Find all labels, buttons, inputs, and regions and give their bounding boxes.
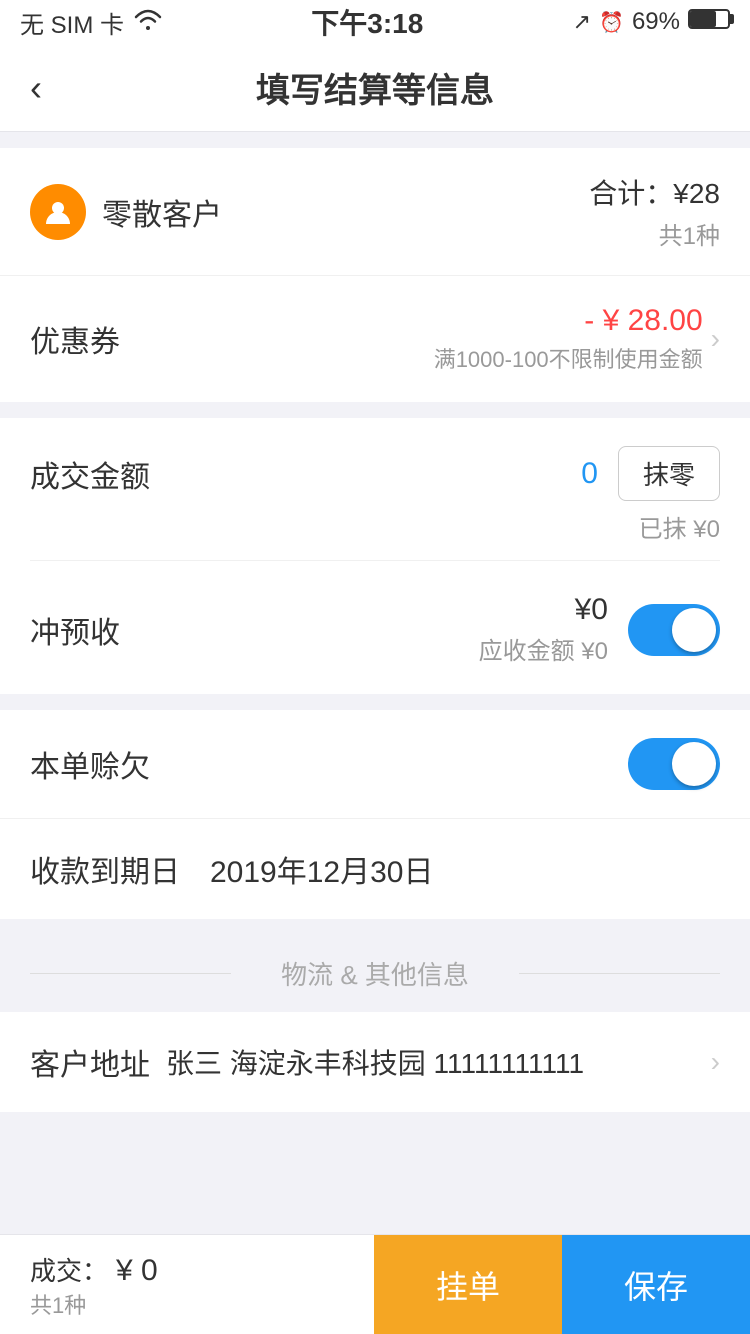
debt-label: 本单赊欠 (30, 742, 150, 786)
prepay-right: ¥0 应收金额 ¥0 (479, 593, 720, 666)
deal-row: 成交金额 0 抹零 (30, 446, 720, 501)
address-chevron-icon: › (711, 1046, 720, 1078)
carrier-text: 无 SIM 卡 (20, 5, 124, 40)
round-zero-button[interactable]: 抹零 (618, 446, 720, 501)
wifi-icon (134, 8, 162, 37)
coupon-discount: - ¥ 28.00 (434, 304, 703, 338)
logistics-divider: 物流 & 其他信息 (0, 935, 750, 1012)
content-area: 零散客户 合计：¥28 共1种 优惠券 - ¥ 28.00 满1000-100不… (0, 148, 750, 1228)
deal-right: 0 抹零 (581, 446, 720, 501)
debt-toggle-knob (672, 742, 716, 786)
customer-count: 共1种 (589, 216, 720, 251)
bottom-info: 成交： ¥ 0 共1种 (0, 1235, 374, 1334)
deal-sub: 已抹 ¥0 (30, 509, 720, 544)
coupon-row[interactable]: 优惠券 - ¥ 28.00 满1000-100不限制使用金额 › (0, 275, 750, 402)
customer-section: 零散客户 合计：¥28 共1种 优惠券 - ¥ 28.00 满1000-100不… (0, 148, 750, 402)
debt-toggle[interactable] (628, 738, 720, 790)
prepay-sub: 应收金额 ¥0 (479, 631, 608, 666)
time-display: 下午3:18 (311, 2, 423, 42)
prepay-value: ¥0 (479, 593, 608, 627)
deal-section: 成交金额 0 抹零 已抹 ¥0 冲预收 ¥0 应收金额 ¥0 (0, 418, 750, 694)
back-button[interactable]: ‹ (30, 67, 42, 109)
debt-row: 本单赊欠 (0, 710, 750, 818)
location-icon: ↗ (573, 9, 591, 35)
alarm-icon: ⏰ (599, 10, 624, 35)
debt-section: 本单赊欠 收款到期日 2019年12月30日 (0, 710, 750, 919)
address-row[interactable]: 客户地址 张三 海淀永丰科技园 11111111111 › (0, 1012, 750, 1112)
status-bar: 无 SIM 卡 下午3:18 ↗ ⏰ 69% (0, 0, 750, 44)
customer-row: 零散客户 合计：¥28 共1种 (0, 148, 750, 275)
chevron-right-icon: › (711, 323, 720, 355)
customer-name: 零散客户 (102, 190, 222, 234)
customer-avatar (30, 184, 86, 240)
coupon-content: - ¥ 28.00 满1000-100不限制使用金额 (434, 304, 703, 374)
status-bar-left: 无 SIM 卡 (20, 5, 162, 40)
customer-right: 合计：¥28 共1种 (589, 172, 720, 251)
address-value: 张三 海淀永丰科技园 11111111111 (166, 1042, 695, 1082)
bottom-bar: 成交： ¥ 0 共1种 挂单 保存 (0, 1234, 750, 1334)
duedate-label: 收款到期日 (30, 847, 180, 891)
save-button[interactable]: 保存 (562, 1235, 750, 1334)
bottom-deal-value: ¥ 0 (116, 1254, 158, 1288)
status-bar-right: ↗ ⏰ 69% (573, 8, 730, 36)
bottom-deal-row: 成交： ¥ 0 (30, 1250, 344, 1288)
toggle-knob (672, 608, 716, 652)
duedate-value: 2019年12月30日 (210, 847, 433, 891)
duedate-section: 收款到期日 2019年12月30日 (0, 818, 750, 919)
battery-icon (688, 8, 730, 36)
prepay-values: ¥0 应收金额 ¥0 (479, 593, 608, 666)
hold-button[interactable]: 挂单 (374, 1235, 562, 1334)
customer-total: 合计：¥28 (589, 172, 720, 212)
address-label: 客户地址 (30, 1040, 150, 1084)
address-section: 客户地址 张三 海淀永丰科技园 11111111111 › (0, 1012, 750, 1112)
customer-left: 零散客户 (30, 184, 222, 240)
deal-amount-row: 成交金额 0 抹零 已抹 ¥0 冲预收 ¥0 应收金额 ¥0 (0, 418, 750, 694)
divider (30, 560, 720, 561)
coupon-right: - ¥ 28.00 满1000-100不限制使用金额 › (434, 304, 720, 374)
deal-value: 0 (581, 457, 598, 491)
coupon-label: 优惠券 (30, 317, 120, 361)
prepay-toggle[interactable] (628, 604, 720, 656)
logistics-label: 物流 & 其他信息 (281, 955, 469, 992)
bottom-deal-label: 成交： (30, 1251, 108, 1288)
deal-label: 成交金额 (30, 452, 150, 496)
bottom-count: 共1种 (30, 1288, 344, 1320)
prepayment-row: 冲预收 ¥0 应收金额 ¥0 (30, 577, 720, 666)
coupon-desc: 满1000-100不限制使用金额 (434, 342, 703, 374)
prepay-label: 冲预收 (30, 608, 120, 652)
battery-percent: 69% (632, 8, 680, 36)
duedate-row: 收款到期日 2019年12月30日 (30, 847, 720, 891)
page-title: 填写结算等信息 (256, 63, 494, 112)
nav-bar: ‹ 填写结算等信息 (0, 44, 750, 132)
